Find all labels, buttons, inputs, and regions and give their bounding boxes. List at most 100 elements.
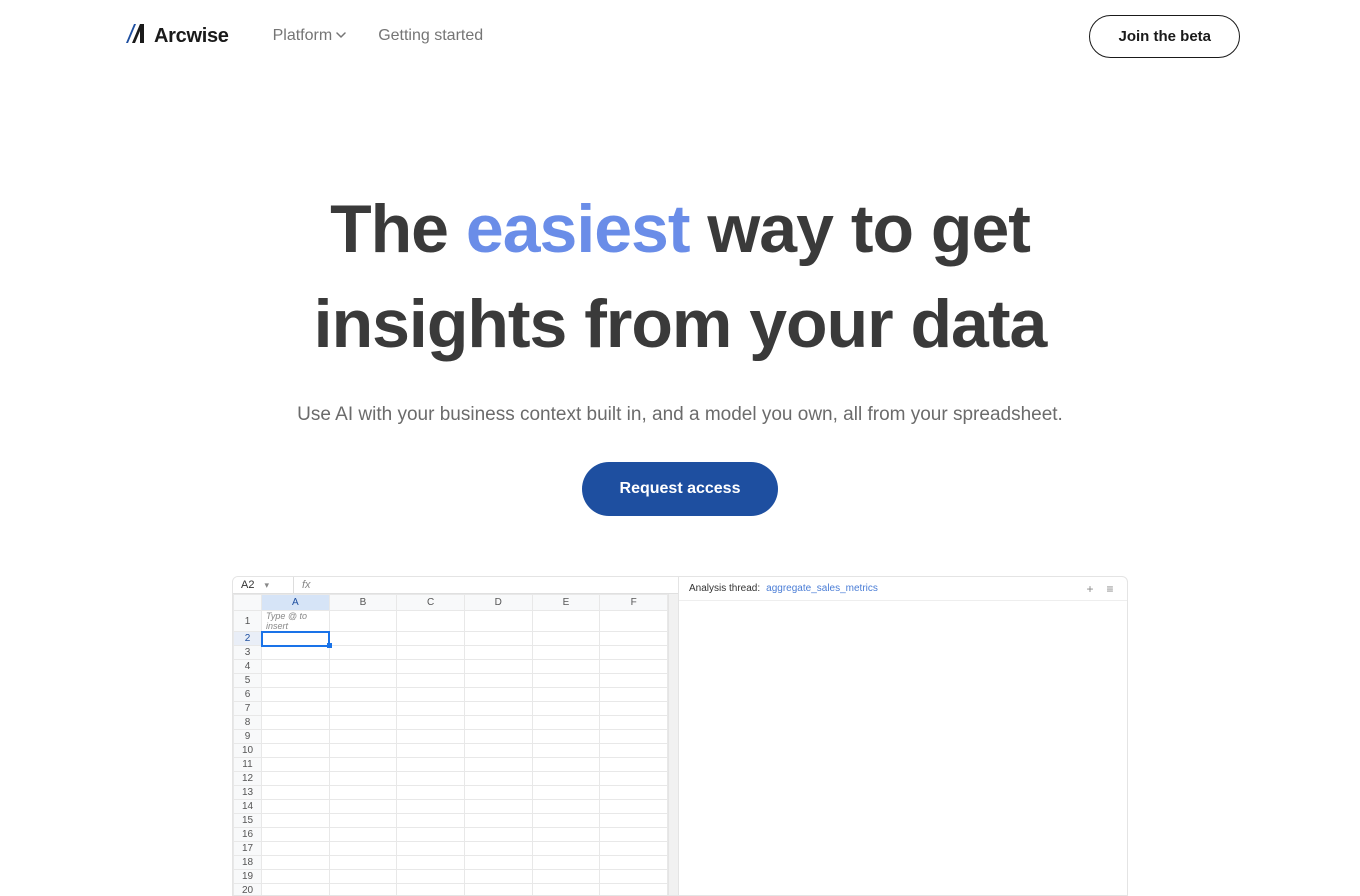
row-header[interactable]: 13 bbox=[234, 786, 262, 800]
cell[interactable] bbox=[464, 758, 532, 772]
cell[interactable] bbox=[262, 702, 330, 716]
cell[interactable] bbox=[397, 632, 465, 646]
cell[interactable] bbox=[600, 828, 668, 842]
row-header[interactable]: 6 bbox=[234, 688, 262, 702]
cell[interactable] bbox=[464, 646, 532, 660]
cell[interactable] bbox=[464, 870, 532, 884]
row-header[interactable]: 1 bbox=[234, 611, 262, 632]
cell-reference-box[interactable]: A2 ▾ bbox=[233, 579, 287, 591]
analysis-thread-name[interactable]: aggregate_sales_metrics bbox=[766, 583, 878, 594]
cell[interactable] bbox=[464, 611, 532, 632]
spreadsheet-grid[interactable]: A B C D E F 1Type @ to insert23456789101… bbox=[233, 594, 668, 896]
cell[interactable] bbox=[262, 800, 330, 814]
row-header[interactable]: 9 bbox=[234, 730, 262, 744]
cell[interactable] bbox=[600, 646, 668, 660]
cell[interactable] bbox=[532, 884, 600, 896]
cell[interactable] bbox=[532, 730, 600, 744]
cell[interactable] bbox=[600, 674, 668, 688]
cell[interactable] bbox=[329, 828, 397, 842]
row-header[interactable]: 17 bbox=[234, 842, 262, 856]
row-header[interactable]: 10 bbox=[234, 744, 262, 758]
row-header[interactable]: 14 bbox=[234, 800, 262, 814]
cell[interactable] bbox=[464, 772, 532, 786]
cell[interactable] bbox=[464, 688, 532, 702]
cell[interactable] bbox=[329, 716, 397, 730]
cell[interactable] bbox=[262, 842, 330, 856]
cell[interactable] bbox=[329, 632, 397, 646]
col-header[interactable]: A bbox=[262, 595, 330, 611]
cell[interactable] bbox=[329, 730, 397, 744]
col-header[interactable]: D bbox=[464, 595, 532, 611]
cell[interactable] bbox=[397, 786, 465, 800]
cell[interactable] bbox=[532, 856, 600, 870]
cell[interactable] bbox=[329, 611, 397, 632]
cell[interactable] bbox=[397, 856, 465, 870]
cell[interactable] bbox=[262, 856, 330, 870]
nav-getting-started[interactable]: Getting started bbox=[378, 27, 483, 45]
cell[interactable] bbox=[600, 611, 668, 632]
cell[interactable] bbox=[464, 814, 532, 828]
cell[interactable] bbox=[262, 814, 330, 828]
cell[interactable] bbox=[600, 702, 668, 716]
cell[interactable] bbox=[262, 674, 330, 688]
row-header[interactable]: 2 bbox=[234, 632, 262, 646]
cell[interactable] bbox=[262, 828, 330, 842]
cell[interactable] bbox=[532, 786, 600, 800]
cell[interactable] bbox=[262, 772, 330, 786]
cell[interactable] bbox=[600, 884, 668, 896]
row-header[interactable]: 20 bbox=[234, 884, 262, 896]
cell[interactable] bbox=[600, 730, 668, 744]
cell[interactable] bbox=[532, 758, 600, 772]
cell[interactable] bbox=[600, 814, 668, 828]
brand-logo[interactable]: Arcwise bbox=[120, 21, 229, 51]
cell[interactable] bbox=[600, 772, 668, 786]
cell[interactable] bbox=[464, 856, 532, 870]
col-header[interactable]: F bbox=[600, 595, 668, 611]
cell[interactable] bbox=[329, 702, 397, 716]
row-header[interactable]: 4 bbox=[234, 660, 262, 674]
cell[interactable] bbox=[532, 744, 600, 758]
cell[interactable] bbox=[329, 660, 397, 674]
row-header[interactable]: 19 bbox=[234, 870, 262, 884]
cell[interactable] bbox=[532, 646, 600, 660]
cell[interactable] bbox=[600, 758, 668, 772]
cell[interactable] bbox=[464, 632, 532, 646]
cell[interactable] bbox=[397, 646, 465, 660]
cell[interactable] bbox=[532, 716, 600, 730]
cell[interactable] bbox=[329, 786, 397, 800]
cell[interactable] bbox=[329, 758, 397, 772]
cell[interactable] bbox=[600, 688, 668, 702]
cell[interactable] bbox=[600, 786, 668, 800]
cell[interactable] bbox=[600, 842, 668, 856]
cell[interactable] bbox=[464, 828, 532, 842]
scrollbar[interactable] bbox=[668, 594, 678, 896]
cell[interactable] bbox=[464, 660, 532, 674]
cell[interactable] bbox=[532, 674, 600, 688]
cell[interactable] bbox=[329, 814, 397, 828]
hamburger-icon[interactable]: ≡ bbox=[1103, 582, 1117, 596]
cell[interactable] bbox=[464, 786, 532, 800]
cell[interactable] bbox=[329, 772, 397, 786]
row-header[interactable]: 12 bbox=[234, 772, 262, 786]
row-header[interactable]: 8 bbox=[234, 716, 262, 730]
cell[interactable] bbox=[532, 800, 600, 814]
cell[interactable] bbox=[262, 758, 330, 772]
cell[interactable] bbox=[329, 870, 397, 884]
col-header[interactable]: E bbox=[532, 595, 600, 611]
cell[interactable] bbox=[600, 744, 668, 758]
cell[interactable] bbox=[397, 716, 465, 730]
cell[interactable] bbox=[262, 646, 330, 660]
cell[interactable] bbox=[464, 674, 532, 688]
cell[interactable] bbox=[464, 800, 532, 814]
cell[interactable] bbox=[600, 660, 668, 674]
cell[interactable] bbox=[262, 870, 330, 884]
cell[interactable] bbox=[532, 814, 600, 828]
row-header[interactable]: 3 bbox=[234, 646, 262, 660]
cell[interactable] bbox=[262, 730, 330, 744]
cell[interactable] bbox=[329, 744, 397, 758]
cell[interactable] bbox=[532, 828, 600, 842]
cell[interactable] bbox=[464, 744, 532, 758]
request-access-button[interactable]: Request access bbox=[582, 462, 779, 516]
join-beta-button[interactable]: Join the beta bbox=[1089, 15, 1240, 58]
cell[interactable] bbox=[532, 660, 600, 674]
